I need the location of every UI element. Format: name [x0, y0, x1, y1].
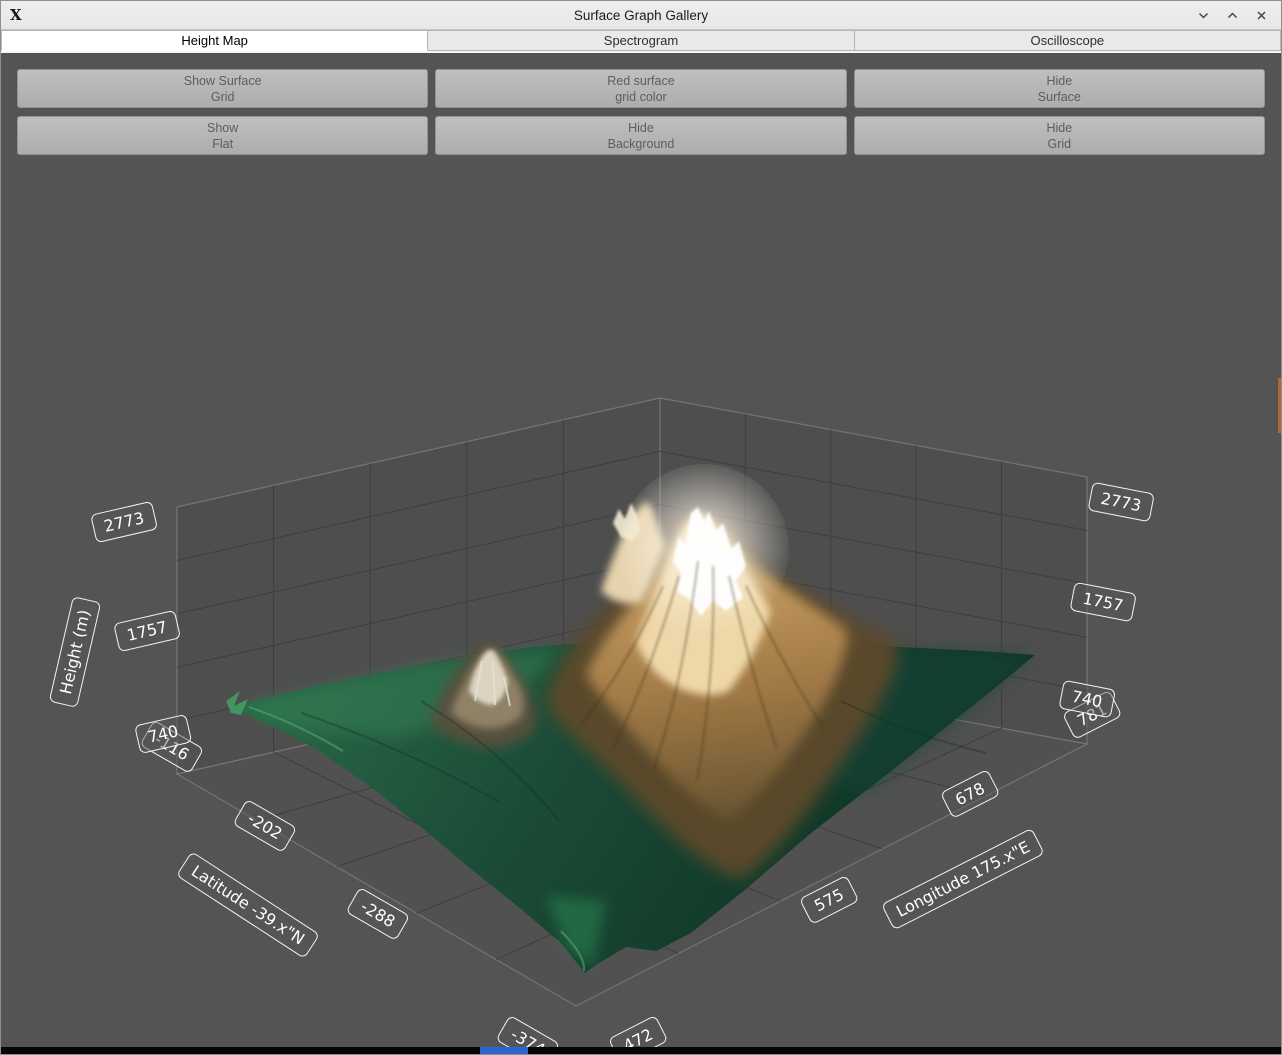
- button-label: Hide: [1046, 73, 1072, 89]
- toolbar: Show Surface Grid Red surface grid color…: [1, 53, 1281, 155]
- title-bar[interactable]: X Surface Graph Gallery: [1, 1, 1281, 30]
- app-window: X Surface Graph Gallery Height Map Spect…: [0, 0, 1282, 1055]
- window-shade-button[interactable]: [1194, 6, 1212, 24]
- button-label: Background: [608, 136, 675, 152]
- desktop-edge-artifact: [1278, 378, 1281, 433]
- tab-bar: Height Map Spectrogram Oscilloscope: [1, 30, 1281, 53]
- app-icon: X: [10, 8, 22, 23]
- surface-plot-canvas[interactable]: [1, 1, 1282, 1055]
- window-title: Surface Graph Gallery: [1, 8, 1281, 23]
- chevron-down-icon: [1197, 9, 1210, 22]
- button-label: Surface: [1038, 89, 1081, 105]
- tab-oscilloscope[interactable]: Oscilloscope: [855, 30, 1281, 51]
- button-label: Red surface: [607, 73, 674, 89]
- show-flat-button[interactable]: Show Flat: [17, 116, 428, 155]
- button-label: Grid: [211, 89, 235, 105]
- close-icon: [1255, 9, 1268, 22]
- desktop-panel-strip: [1, 1047, 1281, 1054]
- tab-height-map[interactable]: Height Map: [1, 30, 428, 51]
- hide-background-button[interactable]: Hide Background: [435, 116, 846, 155]
- chevron-up-icon: [1226, 9, 1239, 22]
- button-label: Hide: [1046, 120, 1072, 136]
- button-label: Hide: [628, 120, 654, 136]
- window-maximize-button[interactable]: [1223, 6, 1241, 24]
- button-label: Show: [207, 120, 238, 136]
- tab-spectrogram[interactable]: Spectrogram: [428, 30, 854, 51]
- button-label: Show Surface: [184, 73, 262, 89]
- window-close-button[interactable]: [1252, 6, 1270, 24]
- button-label: Grid: [1048, 136, 1072, 152]
- button-label: Flat: [212, 136, 233, 152]
- window-controls: [1194, 6, 1281, 24]
- hide-grid-button[interactable]: Hide Grid: [854, 116, 1265, 155]
- red-surface-grid-color-button[interactable]: Red surface grid color: [435, 69, 846, 108]
- show-surface-grid-button[interactable]: Show Surface Grid: [17, 69, 428, 108]
- hide-surface-button[interactable]: Hide Surface: [854, 69, 1265, 108]
- button-label: grid color: [615, 89, 666, 105]
- panel-blue-segment: [480, 1047, 528, 1054]
